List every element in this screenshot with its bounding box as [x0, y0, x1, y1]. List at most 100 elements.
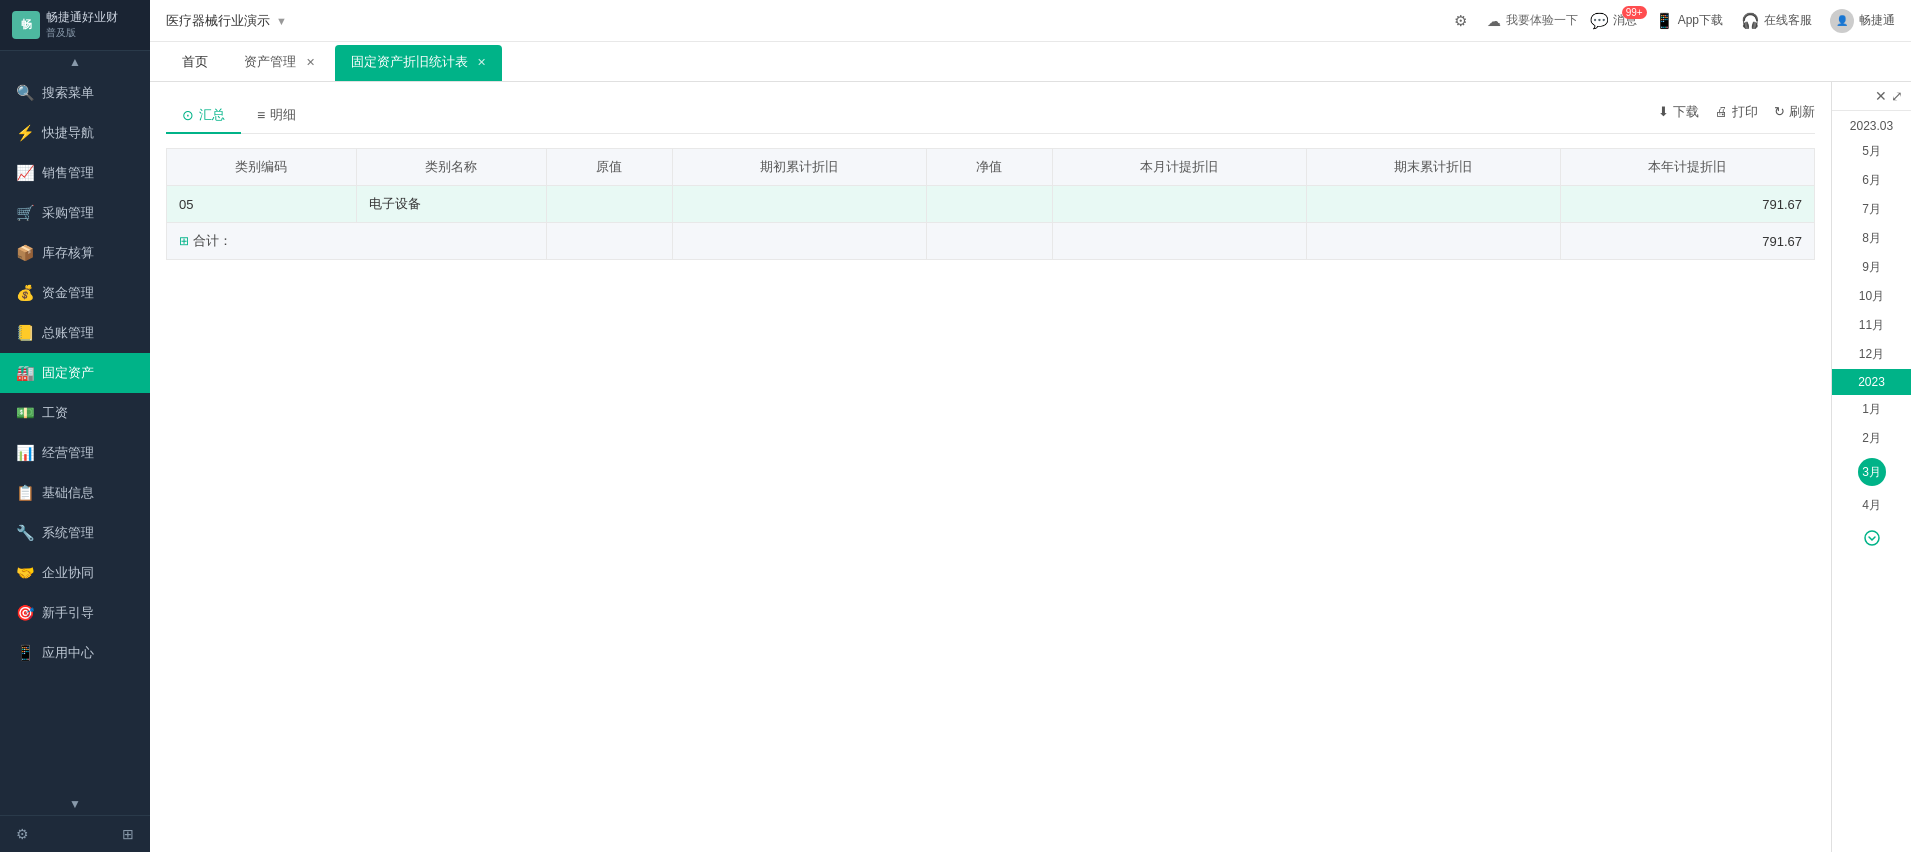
messages-badge: 99+ — [1622, 6, 1647, 19]
customer-service-button[interactable]: 🎧 在线客服 — [1741, 12, 1812, 30]
sidebar-item-payroll[interactable]: 💵 工资 — [0, 393, 150, 433]
sidebar-item-app-center[interactable]: 📱 应用中心 — [0, 633, 150, 673]
sidebar-item-quick-nav[interactable]: ⚡ 快捷导航 — [0, 113, 150, 153]
print-button[interactable]: 🖨 打印 — [1715, 103, 1758, 121]
cell-net-value — [926, 186, 1052, 223]
cell-original — [546, 186, 672, 223]
messages-button[interactable]: 💬 消息 99+ — [1590, 12, 1637, 30]
depreciation-table: 类别编码 类别名称 原值 期初累计折旧 净值 本月计提折旧 期末累计折旧 本年计… — [166, 148, 1815, 260]
col-header-original: 原值 — [546, 149, 672, 186]
basic-info-icon: 📋 — [16, 484, 34, 502]
collapse-icon[interactable]: ⊞ — [122, 826, 134, 842]
sidebar-item-purchase[interactable]: 🛒 采购管理 — [0, 193, 150, 233]
sidebar-menu: 🔍 搜索菜单 ⚡ 快捷导航 📈 销售管理 🛒 采购管理 📦 库存核算 💰 资金管… — [0, 73, 150, 793]
refresh-label: 刷新 — [1789, 103, 1815, 121]
date-panel-close-icon[interactable]: ✕ — [1875, 88, 1887, 104]
table-header-row: 类别编码 类别名称 原值 期初累计折旧 净值 本月计提折旧 期末累计折旧 本年计… — [167, 149, 1815, 186]
logo-icon: 畅 — [12, 11, 40, 39]
tab-home[interactable]: 首页 — [166, 45, 224, 81]
app-download-button[interactable]: 📱 App下载 — [1655, 12, 1723, 30]
sidebar-label-search: 搜索菜单 — [42, 84, 94, 102]
cell-end-acc — [1306, 186, 1560, 223]
summary-icon: ⊙ — [182, 107, 194, 123]
cell-code: 05 — [167, 186, 357, 223]
sidebar-item-system[interactable]: 🔧 系统管理 — [0, 513, 150, 553]
date-scroll-down[interactable] — [1832, 524, 1911, 552]
sidebar-label-operations: 经营管理 — [42, 444, 94, 462]
sidebar-item-enterprise[interactable]: 🤝 企业协同 — [0, 553, 150, 593]
total-original — [546, 223, 672, 260]
cell-annual: 791.67 — [1560, 186, 1814, 223]
settings-button[interactable]: ⚙ — [1454, 12, 1467, 30]
col-header-annual: 本年计提折旧 — [1560, 149, 1814, 186]
date-month-1[interactable]: 1月 — [1832, 395, 1911, 424]
sidebar-scroll-down[interactable]: ▼ — [0, 793, 150, 815]
date-month-3[interactable]: 3月 — [1858, 458, 1886, 486]
avatar: 👤 — [1830, 9, 1854, 33]
company-name: 医疗器械行业演示 — [166, 12, 270, 30]
col-header-net-value: 净值 — [926, 149, 1052, 186]
topbar: 医疗器械行业演示 ▼ ⚙ ☁ 我要体验一下 💬 消息 99+ 📱 App下载 🎧… — [150, 0, 1911, 42]
date-month-2[interactable]: 2月 — [1832, 424, 1911, 453]
subtabs-bar: ⊙ 汇总 ≡ 明细 ⬇ 下载 🖨 打印 — [166, 98, 1815, 134]
download-label: 下载 — [1673, 103, 1699, 121]
date-panel-expand-icon[interactable]: ⤢ — [1891, 88, 1903, 104]
date-month-12[interactable]: 12月 — [1832, 340, 1911, 369]
date-month-4[interactable]: 4月 — [1832, 491, 1911, 520]
download-button[interactable]: ⬇ 下载 — [1658, 103, 1699, 121]
date-month-6[interactable]: 6月 — [1832, 166, 1911, 195]
sidebar-item-sales[interactable]: 📈 销售管理 — [0, 153, 150, 193]
sidebar-label-app-center: 应用中心 — [42, 644, 94, 662]
inventory-icon: 📦 — [16, 244, 34, 262]
date-month-9[interactable]: 9月 — [1832, 253, 1911, 282]
date-month-5[interactable]: 5月 — [1832, 137, 1911, 166]
sidebar-item-fixed-assets[interactable]: 🏭 固定资产 — [0, 353, 150, 393]
date-month-8[interactable]: 8月 — [1832, 224, 1911, 253]
app-center-icon: 📱 — [16, 644, 34, 662]
sidebar-item-finance[interactable]: 💰 资金管理 — [0, 273, 150, 313]
refresh-button[interactable]: ↻ 刷新 — [1774, 103, 1815, 121]
date-month-10[interactable]: 10月 — [1832, 282, 1911, 311]
main-area: 医疗器械行业演示 ▼ ⚙ ☁ 我要体验一下 💬 消息 99+ 📱 App下载 🎧… — [150, 0, 1911, 852]
sidebar-label-quick-nav: 快捷导航 — [42, 124, 94, 142]
content-main: ⊙ 汇总 ≡ 明细 ⬇ 下载 🖨 打印 — [150, 82, 1831, 852]
date-month-11[interactable]: 11月 — [1832, 311, 1911, 340]
sidebar-item-basic-info[interactable]: 📋 基础信息 — [0, 473, 150, 513]
total-monthly — [1052, 223, 1306, 260]
date-year-2023[interactable]: 2023 — [1832, 369, 1911, 395]
sidebar-scroll-up[interactable]: ▲ — [0, 51, 150, 73]
tab-depreciation-close[interactable]: ✕ — [477, 56, 486, 68]
tab-asset-mgmt-close[interactable]: ✕ — [306, 56, 315, 68]
sidebar-item-ledger[interactable]: 📒 总账管理 — [0, 313, 150, 353]
col-header-end-acc: 期末累计折旧 — [1306, 149, 1560, 186]
operations-icon: 📊 — [16, 444, 34, 462]
tab-depreciation-label: 固定资产折旧统计表 — [351, 54, 468, 69]
sidebar-item-inventory[interactable]: 📦 库存核算 — [0, 233, 150, 273]
company-selector[interactable]: 医疗器械行业演示 ▼ — [166, 12, 1442, 30]
sidebar-label-purchase: 采购管理 — [42, 204, 94, 222]
quick-nav-icon: ⚡ — [16, 124, 34, 142]
download-icon: ⬇ — [1658, 104, 1669, 119]
date-month-7[interactable]: 7月 — [1832, 195, 1911, 224]
sidebar-label-fixed-assets: 固定资产 — [42, 364, 94, 382]
sidebar-item-search[interactable]: 🔍 搜索菜单 — [0, 73, 150, 113]
subtab-detail[interactable]: ≡ 明细 — [241, 98, 312, 134]
purchase-icon: 🛒 — [16, 204, 34, 222]
enterprise-icon: 🤝 — [16, 564, 34, 582]
finance-icon: 💰 — [16, 284, 34, 302]
tab-depreciation[interactable]: 固定资产折旧统计表 ✕ — [335, 45, 503, 81]
total-expand-icon[interactable]: ⊞ — [179, 234, 189, 248]
sidebar: 畅 畅捷通好业财 普及版 ▲ 🔍 搜索菜单 ⚡ 快捷导航 📈 销售管理 🛒 采购… — [0, 0, 150, 852]
svg-point-0 — [1865, 531, 1879, 545]
sidebar-logo: 畅 畅捷通好业财 普及版 — [0, 0, 150, 51]
sidebar-item-operations[interactable]: 📊 经营管理 — [0, 433, 150, 473]
experience-button[interactable]: ☁ 我要体验一下 — [1487, 12, 1578, 29]
total-label-cell: ⊞ 合计： — [167, 223, 547, 260]
settings-icon[interactable]: ⚙ — [16, 826, 29, 842]
tab-asset-mgmt[interactable]: 资产管理 ✕ — [228, 45, 331, 81]
search-icon: 🔍 — [16, 84, 34, 102]
user-menu[interactable]: 👤 畅捷通 — [1830, 9, 1895, 33]
sidebar-item-guide[interactable]: 🎯 新手引导 — [0, 593, 150, 633]
detail-icon: ≡ — [257, 107, 265, 123]
subtab-summary[interactable]: ⊙ 汇总 — [166, 98, 241, 134]
